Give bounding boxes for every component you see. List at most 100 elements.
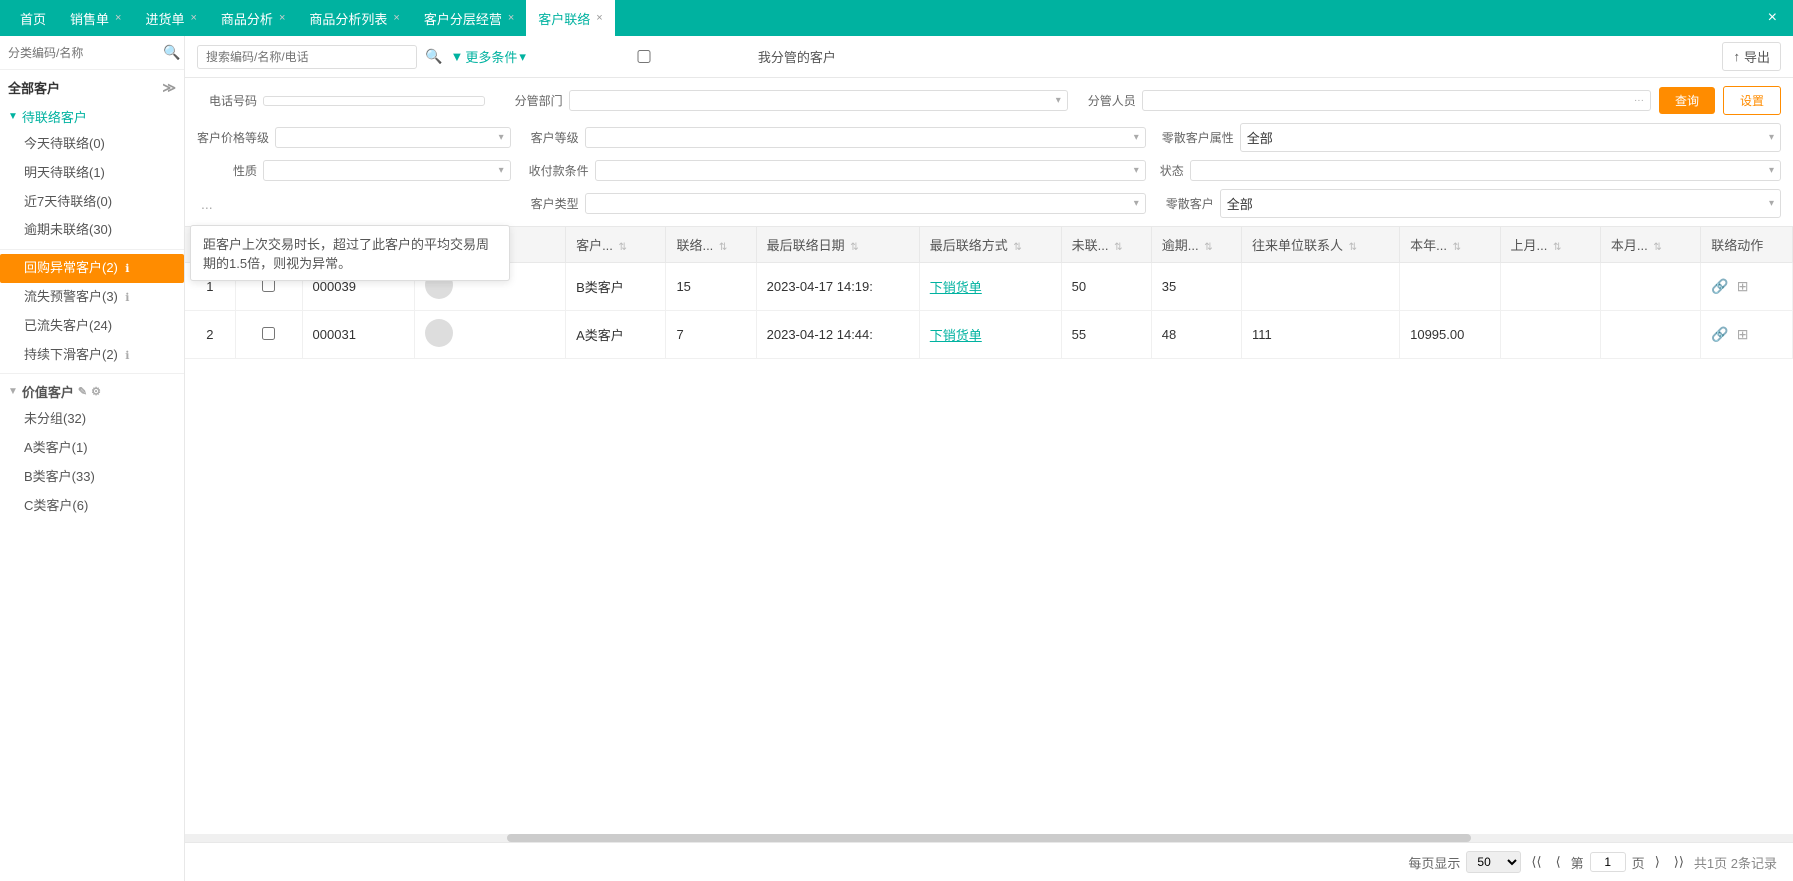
- page-last-btn[interactable]: ⟩⟩: [1670, 853, 1688, 871]
- sidebar-a-class[interactable]: A类客户(1): [0, 434, 184, 463]
- nav-customer-tier[interactable]: 客户分层经营 ×: [412, 0, 526, 36]
- customer-type-select[interactable]: ▾: [585, 193, 1146, 214]
- price-level-select[interactable]: ▾: [275, 127, 511, 148]
- col-unit-contact-header[interactable]: 往来单位联系人 ⇅: [1241, 227, 1399, 263]
- customer-type-label: 客户类型: [519, 195, 579, 212]
- col-way-header[interactable]: 最后联络方式 ⇅: [919, 227, 1061, 263]
- horizontal-scrollbar[interactable]: [185, 834, 1793, 842]
- dept-select[interactable]: ▾: [569, 90, 1068, 111]
- sidebar-search-input[interactable]: [8, 46, 163, 60]
- row1-link-icon[interactable]: 🔗: [1711, 278, 1728, 295]
- page-first-btn[interactable]: ⟨⟨: [1527, 853, 1545, 871]
- phone-input[interactable]: [263, 96, 485, 106]
- col-type-header[interactable]: 客户... ⇅: [566, 227, 666, 263]
- row2-way-link[interactable]: 下销货单: [930, 328, 982, 343]
- nav-sales[interactable]: 销售单 ×: [58, 0, 133, 36]
- my-customers-filter[interactable]: 我分管的客户: [534, 47, 836, 66]
- export-button[interactable]: ↑ 导出: [1722, 42, 1781, 71]
- sort-date-icon[interactable]: ⇅: [850, 242, 858, 253]
- col-last-month-header[interactable]: 上月... ⇅: [1500, 227, 1600, 263]
- sidebar-b-class[interactable]: B类客户(33): [0, 463, 184, 492]
- close-customer-contact-tab[interactable]: ×: [596, 12, 602, 24]
- col-date-header[interactable]: 最后联络日期 ⇅: [756, 227, 919, 263]
- payment-select[interactable]: ▾: [595, 160, 1146, 181]
- sidebar-today-pending[interactable]: 今天待联络(0): [0, 130, 184, 159]
- scrollbar-thumb[interactable]: [507, 834, 1472, 842]
- nav-customer-contact[interactable]: 客户联络 ×: [526, 0, 614, 36]
- row1-contacts: 15: [666, 263, 756, 311]
- row2-way[interactable]: 下销货单: [919, 311, 1061, 359]
- value-group-edit-icon[interactable]: ✎: [78, 385, 87, 398]
- col-contact-header[interactable]: 联络... ⇅: [666, 227, 756, 263]
- sidebar-7days-pending[interactable]: 近7天待联络(0): [0, 188, 184, 217]
- row2-link-icon[interactable]: 🔗: [1711, 326, 1728, 343]
- customer-level-label: 客户等级: [519, 129, 579, 146]
- main-layout: 🔍 全部客户 ≫ ▼ 待联络客户 今天待联络(0) 明天待联络(1) 近7天待联…: [0, 36, 1793, 881]
- retail-customer-select[interactable]: 全部 ▾: [1220, 189, 1781, 218]
- sidebar-tomorrow-pending[interactable]: 明天待联络(1): [0, 159, 184, 188]
- sidebar-repurchase-abnormal[interactable]: 回购异常客户(2) ℹ: [0, 254, 184, 283]
- customer-level-select[interactable]: ▾: [585, 127, 1146, 148]
- sort-uncontact-icon[interactable]: ⇅: [1114, 242, 1122, 253]
- my-customers-checkbox[interactable]: [534, 50, 754, 63]
- nav-home[interactable]: 首页: [8, 0, 58, 36]
- settings-button[interactable]: 设置: [1723, 86, 1781, 115]
- price-level-field: 客户价格等级 ▾: [197, 127, 511, 148]
- price-level-chevron-icon: ▾: [499, 132, 504, 143]
- page-number-input[interactable]: [1590, 852, 1626, 872]
- filter-more-btn[interactable]: ▼ 更多条件 ▾: [450, 47, 525, 66]
- sort-type-icon[interactable]: ⇅: [619, 242, 627, 253]
- sort-unit-icon[interactable]: ⇅: [1349, 242, 1357, 253]
- manager-select[interactable]: ···: [1142, 90, 1651, 111]
- query-button[interactable]: 查询: [1659, 87, 1715, 114]
- sort-year-icon[interactable]: ⇅: [1453, 242, 1461, 253]
- row2-grid-icon[interactable]: ⊞: [1737, 326, 1749, 343]
- sidebar-value-group[interactable]: ▼ 价值客户 ✎ ⚙: [0, 378, 184, 405]
- close-sales-tab[interactable]: ×: [115, 12, 121, 24]
- filter-search-icon[interactable]: 🔍: [425, 48, 442, 65]
- sidebar-overdue-pending[interactable]: 逾期未联络(30): [0, 216, 184, 245]
- sort-last-month-icon[interactable]: ⇅: [1553, 242, 1561, 253]
- close-purchase-tab[interactable]: ×: [190, 12, 196, 24]
- adv-dots[interactable]: ...: [197, 196, 217, 212]
- chevron-down-icon: ▾: [519, 49, 526, 65]
- nav-goods-analysis-list[interactable]: 商品分析列表 ×: [297, 0, 411, 36]
- col-year-header[interactable]: 本年... ⇅: [1400, 227, 1500, 263]
- sidebar-search-icon[interactable]: 🔍: [163, 44, 180, 61]
- nav-purchase[interactable]: 进货单 ×: [133, 0, 208, 36]
- sidebar-collapse-icon[interactable]: ≫: [162, 80, 176, 96]
- row1-grid-icon[interactable]: ⊞: [1737, 278, 1749, 295]
- nav-goods-analysis[interactable]: 商品分析 ×: [209, 0, 297, 36]
- col-uncontact-header[interactable]: 未联... ⇅: [1061, 227, 1151, 263]
- sort-contact-icon[interactable]: ⇅: [719, 242, 727, 253]
- row2-checkbox[interactable]: [262, 327, 275, 340]
- row1-way-link[interactable]: 下销货单: [930, 280, 982, 295]
- row2-avatar: [425, 319, 453, 347]
- sort-this-month-icon[interactable]: ⇅: [1653, 242, 1661, 253]
- close-goods-analysis-list-tab[interactable]: ×: [393, 12, 399, 24]
- row1-way[interactable]: 下销货单: [919, 263, 1061, 311]
- sidebar-already-lost[interactable]: 已流失客户(24): [0, 312, 184, 341]
- window-close-button[interactable]: ×: [1760, 9, 1785, 27]
- sidebar-c-class[interactable]: C类客户(6): [0, 492, 184, 521]
- close-goods-analysis-tab[interactable]: ×: [279, 12, 285, 24]
- page-next-btn[interactable]: ⟩: [1651, 853, 1664, 871]
- sort-overdue-icon[interactable]: ⇅: [1204, 242, 1212, 253]
- col-overdue-header[interactable]: 逾期... ⇅: [1151, 227, 1241, 263]
- search-input[interactable]: [197, 45, 417, 69]
- sidebar-lost-predict[interactable]: 流失预警客户(3) ℹ: [0, 283, 184, 312]
- sidebar-keep-down[interactable]: 持续下滑客户(2) ℹ: [0, 341, 184, 370]
- sidebar-unclassified[interactable]: 未分组(32): [0, 405, 184, 434]
- col-this-month-header[interactable]: 本月... ⇅: [1600, 227, 1700, 263]
- row2-last-month: [1500, 311, 1600, 359]
- sort-way-icon[interactable]: ⇅: [1013, 242, 1021, 253]
- sidebar-pending-group[interactable]: ▼ 待联络客户: [0, 103, 184, 130]
- page-prev-btn[interactable]: ⟨: [1552, 853, 1565, 871]
- retail-attr-select[interactable]: 全部 ▾: [1240, 123, 1781, 152]
- status-select[interactable]: ▾: [1190, 160, 1781, 181]
- status-chevron-icon: ▾: [1769, 165, 1774, 176]
- gender-select[interactable]: ▾: [263, 160, 511, 181]
- value-group-settings-icon[interactable]: ⚙: [91, 385, 101, 398]
- per-page-select[interactable]: 50 100 200: [1466, 851, 1521, 873]
- close-customer-tier-tab[interactable]: ×: [508, 12, 514, 24]
